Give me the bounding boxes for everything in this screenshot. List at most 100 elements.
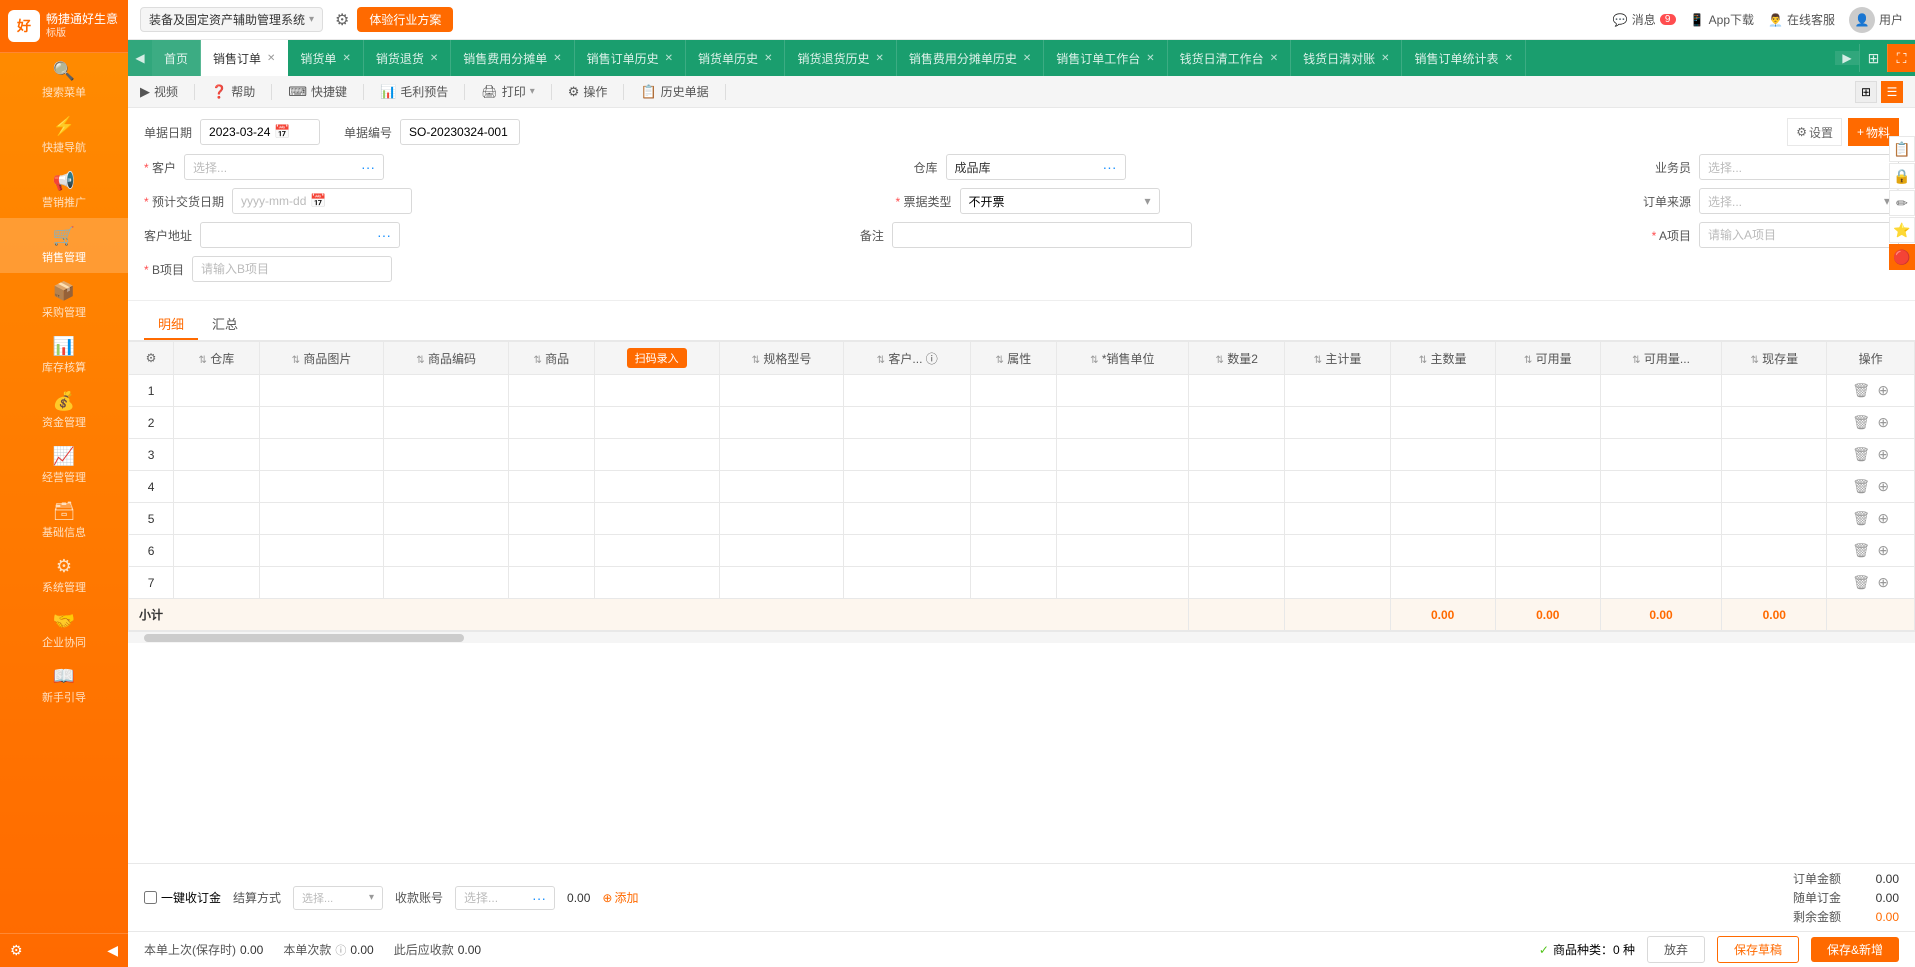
cell-unit[interactable] xyxy=(1056,375,1188,407)
tab-order-workbench[interactable]: 销售订单工作台 ✕ xyxy=(1044,40,1167,76)
copy-icon[interactable]: ⊕ xyxy=(1877,574,1889,590)
tab-close-icon[interactable]: ✕ xyxy=(1381,53,1389,64)
copy-icon[interactable]: ⊕ xyxy=(1877,382,1889,398)
th-stock[interactable]: ⇅ 现存量 xyxy=(1722,342,1827,375)
delete-icon[interactable]: 🗑 xyxy=(1852,446,1870,462)
sub-toolbar-grid-btn[interactable]: ⊞ xyxy=(1855,81,1877,103)
online-service-btn[interactable]: 👨‍💼 在线客服 xyxy=(1768,11,1835,28)
tab-close-icon[interactable]: ✕ xyxy=(1505,53,1513,64)
toolbar-profit[interactable]: 📊 毛利预告 xyxy=(380,83,448,100)
tab-close-icon[interactable]: ✕ xyxy=(430,53,438,64)
customer-input[interactable]: 选择... ··· xyxy=(184,154,384,180)
cell-customer-ref[interactable] xyxy=(844,375,971,407)
th-main-unit[interactable]: ⇅ 主计量 xyxy=(1285,342,1390,375)
settings-bottom-icon[interactable]: ⚙ xyxy=(10,942,23,959)
copy-icon[interactable]: ⊕ xyxy=(1877,478,1889,494)
cell-img[interactable] xyxy=(259,375,384,407)
address-dots-icon[interactable]: ··· xyxy=(377,227,391,243)
one-key-settle-checkbox[interactable]: 一键收订金 xyxy=(144,889,221,906)
save-new-btn[interactable]: 保存&新增 xyxy=(1811,937,1899,962)
cell-available2[interactable] xyxy=(1600,375,1721,407)
sidebar-item-marketing[interactable]: 📢 营销推广 xyxy=(0,163,128,218)
a-project-input[interactable]: 请输入A项目 xyxy=(1699,222,1899,248)
b-project-input[interactable]: 请输入B项目 xyxy=(192,256,392,282)
tab-fee-split[interactable]: 销售费用分摊单 ✕ xyxy=(451,40,574,76)
sidebar-item-guide[interactable]: 📖 新手引导 xyxy=(0,658,128,713)
save-btn[interactable]: 保存草稿 xyxy=(1717,936,1799,963)
delete-icon[interactable]: 🗑 xyxy=(1852,510,1870,526)
app-selector[interactable]: 装备及固定资产辅助管理系统 ▾ xyxy=(140,7,323,32)
th-qty2[interactable]: ⇅ 数量2 xyxy=(1188,342,1284,375)
tab-close-icon[interactable]: ✕ xyxy=(553,53,561,64)
th-code[interactable]: ⇅ 商品编码 xyxy=(384,342,509,375)
toolbar-video[interactable]: ▶ 视频 xyxy=(140,83,178,100)
cell-main-qty[interactable] xyxy=(1390,375,1495,407)
toolbar-ops[interactable]: ⚙ 操作 xyxy=(568,83,608,100)
toolbar-print[interactable]: 🖨 打印 ▾ xyxy=(481,83,535,100)
tab-expand-btn[interactable]: ⊞ xyxy=(1859,44,1887,72)
sidebar-item-sales[interactable]: 🛒 销售管理 xyxy=(0,218,128,273)
cell-code[interactable] xyxy=(384,375,509,407)
tab-close-icon[interactable]: ✕ xyxy=(267,53,275,64)
customer-dots-icon[interactable]: ··· xyxy=(361,159,375,175)
copy-icon[interactable]: ⊕ xyxy=(1877,510,1889,526)
sidebar-item-shortcuts[interactable]: ⚡ 快捷导航 xyxy=(0,108,128,163)
warehouse-input[interactable]: 成品库 ··· xyxy=(946,154,1126,180)
delete-icon[interactable]: 🗑 xyxy=(1852,382,1870,398)
payment-select[interactable]: 选择... ▾ xyxy=(293,886,383,910)
tab-detail[interactable]: 明细 xyxy=(144,309,198,340)
cell-spec[interactable] xyxy=(719,375,844,407)
topbar-gear-icon[interactable]: ⚙ xyxy=(335,10,349,30)
gear-icon[interactable]: ⚙ xyxy=(146,351,157,365)
sidebar-item-basic[interactable]: 🗃 基础信息 xyxy=(0,493,128,548)
copy-icon[interactable]: ⊕ xyxy=(1877,542,1889,558)
tab-close-icon[interactable]: ✕ xyxy=(1023,53,1031,64)
sidebar-item-enterprise[interactable]: 🤝 企业协同 xyxy=(0,603,128,658)
staff-input[interactable]: 选择... xyxy=(1699,154,1899,180)
tab-goods-history[interactable]: 销货单历史 ✕ xyxy=(686,40,785,76)
tab-sales-order[interactable]: 销售订单 ✕ xyxy=(201,40,288,76)
sidebar-item-inventory[interactable]: 📊 库存核算 xyxy=(0,328,128,383)
tab-fullscreen-btn[interactable]: ⛶ xyxy=(1887,44,1915,72)
th-img[interactable]: ⇅ 商品图片 xyxy=(259,342,384,375)
cell-product[interactable] xyxy=(508,375,594,407)
right-star-btn[interactable]: ⭐ xyxy=(1889,217,1915,243)
date-field[interactable]: 2023-03-24 📅 xyxy=(200,119,320,145)
scan-btn[interactable]: 扫码录入 xyxy=(627,348,687,368)
th-main-qty[interactable]: ⇅ 主数量 xyxy=(1390,342,1495,375)
delivery-input[interactable]: yyyy-mm-dd 📅 xyxy=(232,188,412,214)
settings-btn[interactable]: ⚙ 设置 xyxy=(1787,118,1842,146)
receipt-input[interactable]: 选择... ··· xyxy=(455,886,555,910)
message-btn[interactable]: 💬 消息 9 xyxy=(1613,11,1676,28)
tab-close-icon[interactable]: ✕ xyxy=(665,53,673,64)
discard-btn[interactable]: 放弃 xyxy=(1647,936,1705,963)
cell-attr[interactable] xyxy=(971,375,1057,407)
address-input[interactable]: ··· xyxy=(200,222,400,248)
tab-order-history[interactable]: 销售订单历史 ✕ xyxy=(575,40,686,76)
sidebar-item-search[interactable]: 🔍 搜索菜单 xyxy=(0,53,128,108)
collapse-icon[interactable]: ◀ xyxy=(107,942,118,959)
right-edit-btn[interactable]: ✏ xyxy=(1889,190,1915,216)
tab-close-icon[interactable]: ✕ xyxy=(1270,53,1278,64)
th-warehouse[interactable]: ⇅ 仓库 xyxy=(174,342,260,375)
tab-daily-reconcile[interactable]: 钱货日清对账 ✕ xyxy=(1291,40,1402,76)
th-spec[interactable]: ⇅ 规格型号 xyxy=(719,342,844,375)
order-source-select[interactable]: 选择... ▾ xyxy=(1699,188,1899,214)
tab-nav-right[interactable]: ▶ xyxy=(1835,51,1859,65)
cell-main-unit[interactable] xyxy=(1285,375,1390,407)
sub-toolbar-list-btn[interactable]: ☰ xyxy=(1881,81,1903,103)
scrollbar-area[interactable] xyxy=(128,631,1915,643)
th-available[interactable]: ⇅ 可用量 xyxy=(1495,342,1600,375)
tab-home[interactable]: 首页 xyxy=(152,40,201,76)
copy-icon[interactable]: ⊕ xyxy=(1877,414,1889,430)
th-available2[interactable]: ⇅ 可用量... xyxy=(1600,342,1721,375)
user-btn[interactable]: 👤 用户 xyxy=(1849,7,1903,33)
invoice-select[interactable]: 不开票 ▾ xyxy=(960,188,1160,214)
tab-sales-stats[interactable]: 销售订单统计表 ✕ xyxy=(1402,40,1525,76)
add-receipt-btn[interactable]: ⊕ 添加 xyxy=(602,889,638,906)
tab-summary[interactable]: 汇总 xyxy=(198,309,252,340)
th-product[interactable]: ⇅ 商品 xyxy=(508,342,594,375)
remark-input[interactable] xyxy=(892,222,1192,248)
tab-close-icon[interactable]: ✕ xyxy=(764,53,772,64)
sidebar-item-finance[interactable]: 💰 资金管理 xyxy=(0,383,128,438)
